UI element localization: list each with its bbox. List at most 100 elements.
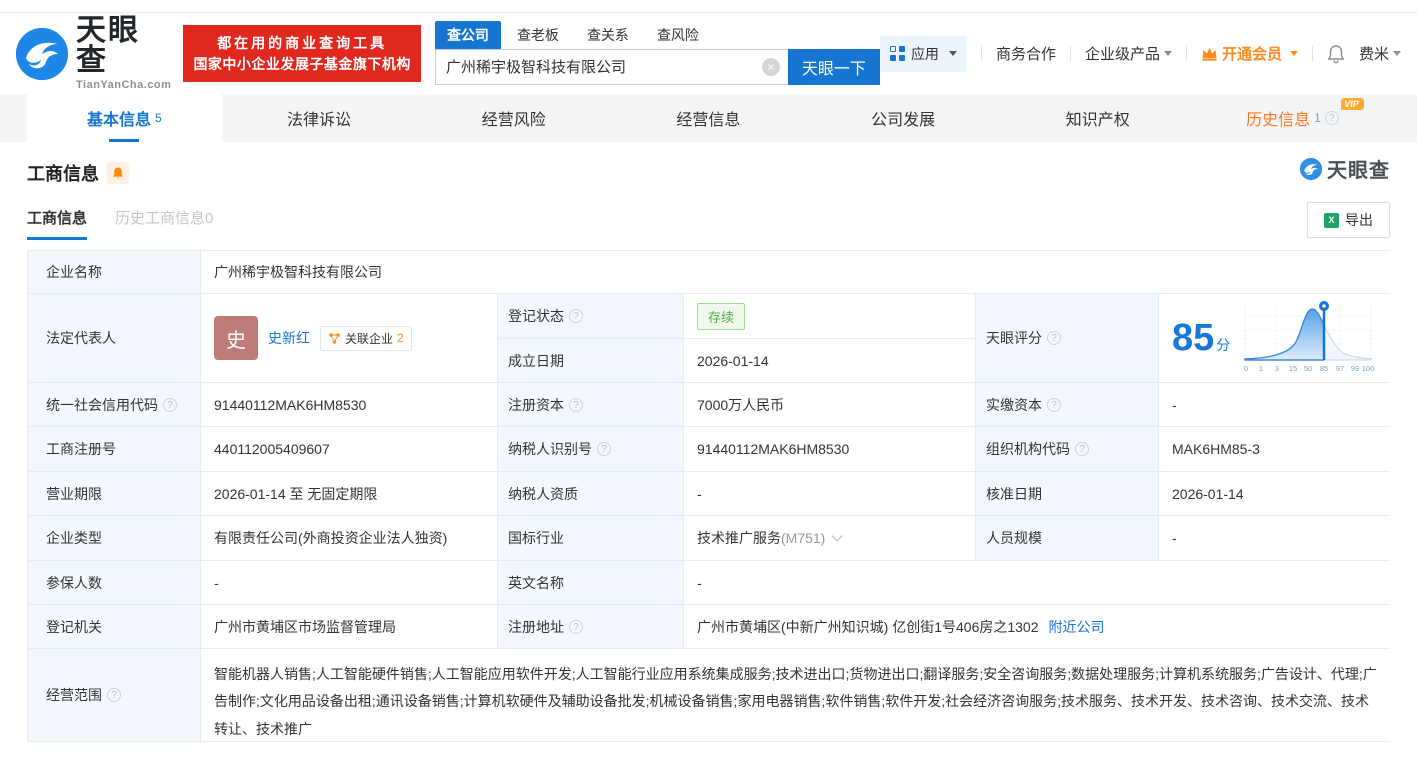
- field-value-registered-capital: 7000万人民币: [684, 383, 975, 426]
- nav-cooperation[interactable]: 商务合作: [996, 43, 1056, 64]
- chevron-down-icon[interactable]: [832, 530, 843, 541]
- related-count: 2: [397, 331, 404, 345]
- business-info-table: 企业名称 广州稀宇极智科技有限公司 法定代表人 史 史新红 关联企业 2 登记状…: [27, 250, 1390, 742]
- field-value-staff-size: -: [1159, 516, 1390, 560]
- industry-code: (M751): [781, 530, 825, 546]
- field-label-insured-count: 参保人数: [28, 561, 200, 604]
- tab-history-info[interactable]: VIP 历史信息 1 ?: [1195, 94, 1390, 142]
- user-account-menu[interactable]: 费米: [1359, 43, 1401, 64]
- help-question-icon[interactable]: ?: [1075, 442, 1089, 456]
- svg-text:97: 97: [1336, 364, 1344, 373]
- field-label-registered-capital: 注册资本?: [498, 383, 683, 426]
- watermark-text: 天眼查: [1327, 154, 1390, 183]
- tab-label: 基本信息: [87, 106, 151, 130]
- field-value-industry: 技术推广服务(M751): [684, 516, 975, 560]
- field-value-organization-code: MAK6HM85-3: [1159, 427, 1390, 471]
- network-icon: [328, 332, 341, 345]
- help-question-icon[interactable]: ?: [163, 398, 177, 412]
- search-tab-company[interactable]: 查公司: [435, 21, 501, 49]
- svg-text:99: 99: [1351, 364, 1359, 373]
- field-label-paid-capital: 实缴资本?: [976, 383, 1158, 426]
- svg-text:100: 100: [1362, 364, 1374, 373]
- field-label-staff-size: 人员规模: [976, 516, 1158, 560]
- search-tabs: 查公司 查老板 查关系 查风险: [435, 23, 880, 49]
- tab-label: 历史信息: [1246, 106, 1310, 130]
- page-tab-bar: 基本信息 5 法律诉讼 经营风险 经营信息 公司发展 知识产权 VIP 历史信息…: [0, 94, 1417, 142]
- field-label-industry: 国标行业: [498, 516, 683, 560]
- enterprise-label: 企业级产品: [1085, 43, 1160, 64]
- related-badge-label: 关联企业: [345, 330, 393, 347]
- field-value-business-scope: 智能机器人销售;人工智能硬件销售;人工智能应用软件开发;人工智能行业应用系统集成…: [201, 649, 1390, 741]
- subtab-business-info[interactable]: 工商信息: [27, 207, 87, 240]
- svg-text:1: 1: [1259, 364, 1263, 373]
- nav-enterprise-products[interactable]: 企业级产品: [1085, 43, 1172, 64]
- tab-label: 经营信息: [676, 106, 740, 130]
- status-badge: 存续: [697, 303, 745, 330]
- nearby-companies-link[interactable]: 附近公司: [1049, 617, 1105, 637]
- field-label-company-name: 企业名称: [28, 251, 200, 293]
- help-question-icon[interactable]: ?: [1047, 331, 1061, 345]
- field-label-registration-authority: 登记机关: [28, 605, 200, 648]
- field-value-registered-address: 广州市黄埔区(中新广州知识城) 亿创街1号406房之1302 附近公司: [684, 605, 1390, 648]
- field-value-taxpayer-id: 91440112MAK6HM8530: [684, 427, 975, 471]
- chevron-down-icon: [1393, 51, 1401, 56]
- subscribe-bell-icon[interactable]: [107, 162, 129, 184]
- brand-logo[interactable]: 天眼查 TianYanCha.com: [16, 16, 171, 91]
- help-question-icon[interactable]: ?: [569, 398, 583, 412]
- legal-rep-avatar[interactable]: 史: [214, 316, 258, 360]
- help-question-icon[interactable]: ?: [1047, 398, 1061, 412]
- tab-label: 经营风险: [482, 106, 546, 130]
- help-question-icon[interactable]: ?: [107, 688, 121, 702]
- export-label: 导出: [1345, 210, 1373, 230]
- section-title: 工商信息: [27, 160, 99, 186]
- field-label-company-type: 企业类型: [28, 516, 200, 560]
- vip-label: 开通会员: [1222, 43, 1282, 64]
- legal-rep-name-link[interactable]: 史新红: [268, 328, 310, 348]
- brand-name: 天眼查: [76, 16, 171, 76]
- field-label-approval-date: 核准日期: [976, 472, 1158, 515]
- field-label-credit-code: 统一社会信用代码?: [28, 383, 200, 426]
- chevron-down-icon: [949, 51, 957, 56]
- tab-operating-risk[interactable]: 经营风险: [416, 94, 611, 142]
- notifications-bell-icon[interactable]: [1327, 44, 1345, 64]
- field-value-registration-authority: 广州市黄埔区市场监督管理局: [201, 605, 497, 648]
- search-tab-boss[interactable]: 查老板: [505, 21, 571, 49]
- search-tab-relation[interactable]: 查关系: [575, 21, 641, 49]
- clear-search-icon[interactable]: ×: [762, 58, 780, 76]
- score-number: 85分: [1172, 319, 1230, 357]
- apps-menu[interactable]: 应用: [880, 36, 967, 72]
- subtab-label: 历史工商信息: [115, 210, 205, 227]
- tab-label: 法律诉讼: [287, 106, 351, 130]
- help-question-icon[interactable]: ?: [569, 309, 583, 323]
- vip-upgrade-link[interactable]: 开通会员: [1201, 43, 1298, 64]
- brand-domain: TianYanCha.com: [76, 80, 171, 91]
- search-input[interactable]: [435, 49, 788, 85]
- svg-text:85: 85: [1320, 364, 1328, 373]
- header: 天眼查 TianYanCha.com 都在用的商业查询工具 国家中小企业发展子基…: [0, 13, 1417, 94]
- promo-banner: 都在用的商业查询工具 国家中小企业发展子基金旗下机构: [183, 25, 421, 82]
- related-companies-badge[interactable]: 关联企业 2: [320, 326, 412, 351]
- field-label-legal-representative: 法定代表人: [28, 294, 200, 382]
- tab-count: 1: [1314, 111, 1321, 125]
- field-label-organization-code: 组织机构代码?: [976, 427, 1158, 471]
- help-question-icon[interactable]: ?: [1325, 111, 1339, 125]
- help-question-icon[interactable]: ?: [597, 442, 611, 456]
- field-value-legal-representative: 史 史新红 关联企业 2: [201, 294, 497, 382]
- field-value-approval-date: 2026-01-14: [1159, 472, 1390, 515]
- field-label-taxpayer-id: 纳税人识别号?: [498, 427, 683, 471]
- tab-legal-proceedings[interactable]: 法律诉讼: [222, 94, 417, 142]
- export-button[interactable]: X 导出: [1307, 202, 1390, 238]
- field-value-registration-number: 440112005409607: [201, 427, 497, 471]
- help-question-icon[interactable]: ?: [569, 620, 583, 634]
- tab-intellectual-property[interactable]: 知识产权: [1000, 94, 1195, 142]
- subtab-history-business-info[interactable]: 历史工商信息0: [115, 207, 213, 240]
- search-button[interactable]: 天眼一下: [788, 49, 880, 85]
- search-tab-risk[interactable]: 查风险: [645, 21, 711, 49]
- vip-badge: VIP: [1341, 98, 1364, 110]
- field-label-taxpayer-quality: 纳税人资质: [498, 472, 683, 515]
- tab-operating-info[interactable]: 经营信息: [611, 94, 806, 142]
- field-value-insured-count: -: [201, 561, 497, 604]
- tab-basic-info[interactable]: 基本信息 5: [27, 94, 222, 142]
- tab-company-development[interactable]: 公司发展: [806, 94, 1001, 142]
- field-label-establish-date: 成立日期: [498, 339, 683, 382]
